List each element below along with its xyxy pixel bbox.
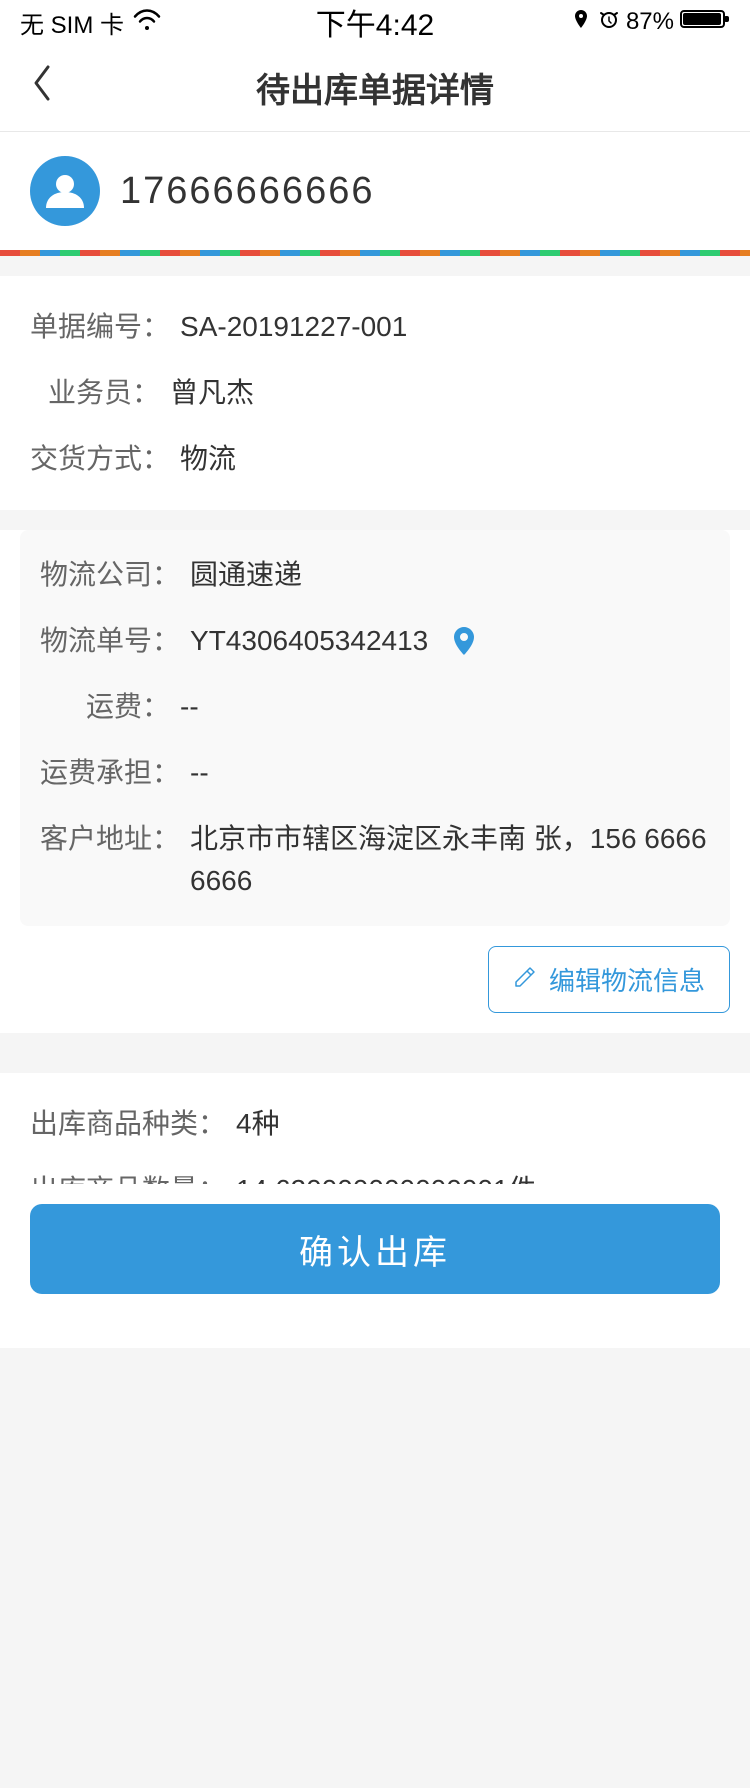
- order-no-row: 单据编号： SA-20191227-001: [30, 306, 720, 348]
- tracking-no-label: 物流单号：: [40, 620, 190, 662]
- battery-icon: [680, 7, 730, 38]
- freight-value: --: [180, 686, 710, 728]
- salesman-label: 业务员：: [30, 372, 170, 414]
- tracking-no-row: 物流单号： YT43064053424​13: [40, 620, 710, 662]
- tracking-no-value: YT43064053424​13: [190, 620, 710, 662]
- section-divider: [0, 1033, 750, 1053]
- confirm-label: 确认出库: [299, 1234, 451, 1272]
- logistics-section: 物流公司： 圆通速递 物流单号： YT43064053424​13 运费： --…: [20, 530, 730, 926]
- alarm-icon: [598, 8, 620, 37]
- logistics-wrapper: 物流公司： 圆通速递 物流单号： YT43064053424​13 运费： --…: [0, 530, 750, 1033]
- delivery-method-label: 交货方式：: [30, 438, 180, 480]
- logistics-company-row: 物流公司： 圆通速递: [40, 554, 710, 596]
- basic-info-section: 单据编号： SA-20191227-001 业务员： 曾凡杰 交货方式： 物流: [0, 276, 750, 510]
- status-right: 87%: [570, 7, 730, 38]
- status-bar: 无 SIM 卡 下午4:42 87%: [0, 0, 750, 44]
- person-icon: [44, 170, 86, 212]
- wifi-icon: [132, 8, 162, 37]
- logistics-company-value: 圆通速递: [190, 554, 710, 596]
- freight-row: 运费： --: [40, 686, 710, 728]
- delivery-method-value: 物流: [180, 438, 720, 480]
- confirm-button[interactable]: 确认出库: [30, 1204, 720, 1294]
- goods-type-row: 出库商品种类： 4种: [30, 1103, 720, 1145]
- order-no-label: 单据编号：: [30, 306, 180, 348]
- battery-label: 87%: [626, 8, 674, 36]
- location-active-icon: [570, 8, 592, 37]
- nav-bar: 待出库单据详情: [0, 44, 750, 132]
- goods-type-label: 出库商品种类：: [30, 1103, 236, 1145]
- address-label: 客户地址：: [40, 818, 190, 860]
- tracking-no-text: YT43064053424​13: [190, 620, 428, 662]
- edit-logistics-label: 编辑物流信息: [549, 961, 705, 998]
- colored-divider: [0, 250, 750, 256]
- back-button[interactable]: [30, 63, 54, 112]
- edit-icon: [513, 963, 539, 996]
- freight-bearer-label: 运费承担：: [40, 752, 190, 794]
- salesman-row: 业务员： 曾凡杰: [30, 372, 720, 414]
- edit-btn-row: 编辑物流信息: [0, 926, 750, 1033]
- empty-area: [0, 1348, 750, 1608]
- goods-type-value: 4种: [236, 1103, 720, 1145]
- user-phone: 17666666666: [120, 170, 374, 213]
- avatar: [30, 156, 100, 226]
- status-left: 无 SIM 卡: [20, 5, 162, 40]
- address-value: 北京市市辖区海淀区永丰南 张，156 6666 6666: [190, 818, 710, 902]
- user-card: 17666666666: [0, 132, 750, 250]
- salesman-value: 曾凡杰: [170, 372, 720, 414]
- freight-bearer-value: --: [190, 752, 710, 794]
- status-time: 下午4:42: [316, 0, 434, 44]
- freight-label: 运费：: [40, 686, 180, 728]
- carrier-label: 无 SIM 卡: [20, 5, 124, 40]
- bottom-area: 确认出库: [0, 1184, 750, 1334]
- edit-logistics-button[interactable]: 编辑物流信息: [488, 946, 730, 1013]
- address-row: 客户地址： 北京市市辖区海淀区永丰南 张，156 6666 6666: [40, 818, 710, 902]
- page-title: 待出库单据详情: [256, 63, 494, 112]
- logistics-company-label: 物流公司：: [40, 554, 190, 596]
- location-pin-icon[interactable]: [444, 621, 484, 661]
- freight-bearer-row: 运费承担： --: [40, 752, 710, 794]
- order-no-value: SA-20191227-001: [180, 306, 720, 348]
- delivery-method-row: 交货方式： 物流: [30, 438, 720, 480]
